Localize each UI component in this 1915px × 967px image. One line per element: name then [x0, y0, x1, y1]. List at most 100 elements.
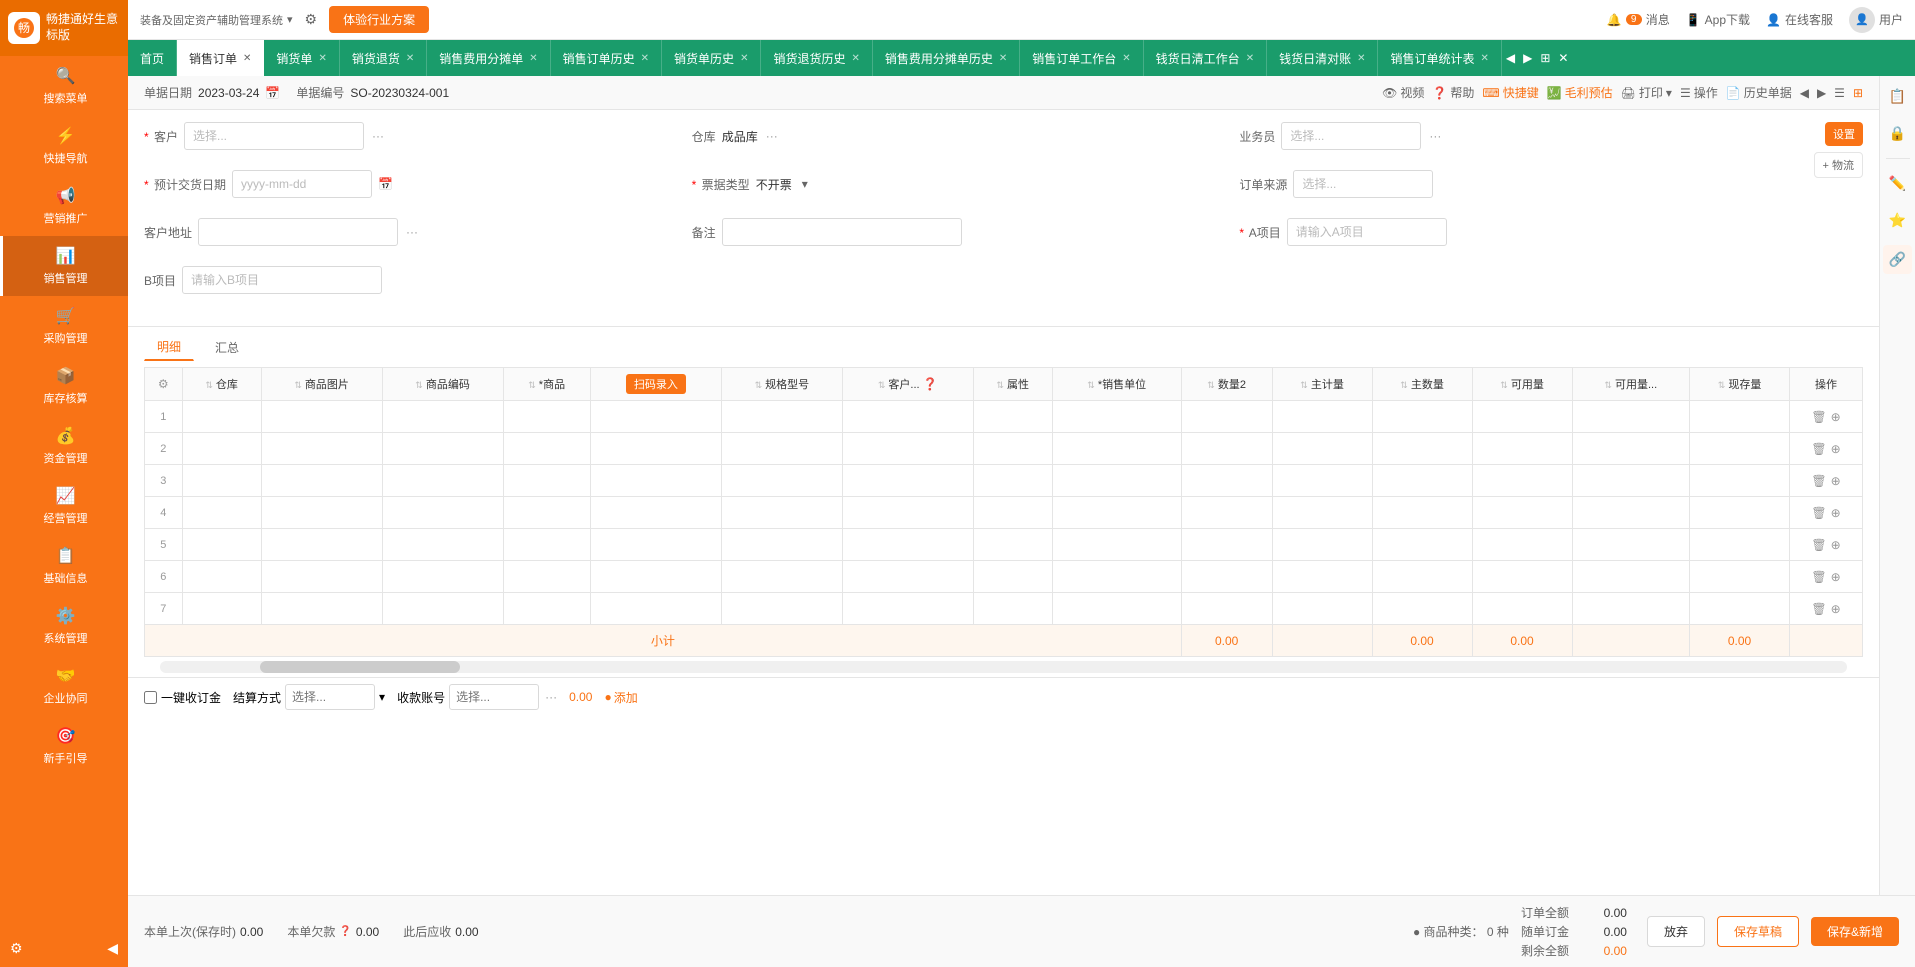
table-cell[interactable]	[973, 401, 1052, 433]
table-cell[interactable]	[382, 401, 503, 433]
table-cell[interactable]	[261, 465, 382, 497]
table-cell[interactable]	[1052, 529, 1181, 561]
delete-icon[interactable]: 🗑	[1811, 506, 1826, 520]
table-cell[interactable]	[1272, 561, 1372, 593]
copy-icon[interactable]: ⊕	[1831, 410, 1841, 424]
tab-sales-fee-close[interactable]: ✕	[529, 53, 537, 64]
online-service-item[interactable]: 👤 在线客服	[1766, 11, 1833, 28]
save-new-button[interactable]: 保存&新增	[1811, 917, 1899, 946]
user-item[interactable]: 👤 用户	[1849, 7, 1903, 33]
table-cell[interactable]	[842, 529, 973, 561]
table-cell[interactable]	[261, 593, 382, 625]
table-cell[interactable]	[1690, 561, 1790, 593]
tab-nav-next[interactable]: ▶	[1519, 51, 1536, 65]
col-settings[interactable]: ⚙	[145, 368, 183, 401]
quick-order-checkbox[interactable]: 一键收订金	[144, 689, 221, 706]
table-cell[interactable]	[1181, 465, 1272, 497]
table-cell[interactable]	[1572, 593, 1689, 625]
right-icon-link[interactable]: 🔗	[1883, 245, 1912, 274]
delete-icon[interactable]: 🗑	[1811, 410, 1826, 424]
tab-sales-slip-close[interactable]: ✕	[318, 53, 326, 64]
copy-icon[interactable]: ⊕	[1831, 602, 1841, 616]
print-action[interactable]: 🖨 打印 ▾	[1621, 84, 1672, 101]
table-cell[interactable]	[590, 561, 721, 593]
tab-detail[interactable]: 明细	[144, 333, 194, 361]
tab-sales-order[interactable]: 销售订单 ✕	[177, 40, 264, 76]
app-download-item[interactable]: 📱 App下载	[1686, 11, 1750, 28]
table-cell[interactable]	[973, 593, 1052, 625]
table-cell[interactable]	[721, 561, 842, 593]
sidebar-item-basic[interactable]: 📋 基础信息	[0, 536, 128, 596]
quick-order-check[interactable]	[144, 691, 157, 704]
table-cell[interactable]	[1472, 561, 1572, 593]
operate-action[interactable]: ☰ 操作	[1680, 84, 1718, 101]
table-cell[interactable]	[1572, 529, 1689, 561]
order-source-input[interactable]	[1293, 170, 1433, 198]
table-cell[interactable]	[182, 433, 261, 465]
sidebar-item-guide[interactable]: 🎯 新手引导	[0, 716, 128, 776]
tab-sales-order-history[interactable]: 销售订单历史 ✕	[551, 40, 662, 76]
tab-sales-fee[interactable]: 销售费用分摊单 ✕	[427, 40, 550, 76]
payment-method-input[interactable]	[285, 684, 375, 710]
table-cell[interactable]	[842, 593, 973, 625]
delete-icon[interactable]: 🗑	[1811, 538, 1826, 552]
table-cell[interactable]	[503, 561, 590, 593]
sidebar-item-search[interactable]: 🔍 搜索菜单	[0, 56, 128, 116]
b-project-input[interactable]	[182, 266, 382, 294]
table-cell[interactable]	[1372, 529, 1472, 561]
table-cell[interactable]	[590, 401, 721, 433]
table-cell[interactable]	[503, 593, 590, 625]
delivery-date-input[interactable]	[232, 170, 372, 198]
history-action[interactable]: 📄 历史单据	[1726, 84, 1792, 101]
tab-sales-return-history[interactable]: 销货退货历史 ✕	[761, 40, 872, 76]
table-cell[interactable]	[1372, 465, 1472, 497]
right-icon-list[interactable]: 📋	[1885, 84, 1910, 109]
notification-item[interactable]: 🔔 9 消息	[1607, 11, 1670, 28]
payment-method-dropdown[interactable]: ▾	[379, 690, 385, 704]
copy-icon[interactable]: ⊕	[1831, 442, 1841, 456]
customer-input[interactable]	[184, 122, 364, 150]
table-cell[interactable]	[503, 465, 590, 497]
topbar-settings-icon[interactable]: ⚙	[305, 11, 318, 28]
table-cell[interactable]	[1372, 497, 1472, 529]
table-cell[interactable]	[382, 561, 503, 593]
tab-sales-order-close[interactable]: ✕	[243, 53, 251, 64]
table-cell[interactable]	[1472, 593, 1572, 625]
table-cell[interactable]	[973, 529, 1052, 561]
table-cell[interactable]	[261, 561, 382, 593]
table-cell[interactable]	[1181, 433, 1272, 465]
table-cell[interactable]	[1572, 497, 1689, 529]
table-cell[interactable]	[590, 433, 721, 465]
view-action[interactable]: 👁 视频	[1382, 84, 1424, 101]
tab-sales-return[interactable]: 销货退货 ✕	[340, 40, 427, 76]
table-cell[interactable]	[1572, 433, 1689, 465]
customer-address-input[interactable]	[198, 218, 398, 246]
table-cell[interactable]	[590, 529, 721, 561]
tab-return-history-close[interactable]: ✕	[851, 53, 859, 64]
table-cell[interactable]	[503, 401, 590, 433]
table-cell[interactable]	[1372, 401, 1472, 433]
nav-next-icon[interactable]: ▶	[1817, 86, 1826, 100]
save-draft-button[interactable]: 保存草稿	[1717, 916, 1799, 947]
layout-list-icon[interactable]: ☰	[1834, 86, 1845, 100]
table-cell[interactable]	[1181, 497, 1272, 529]
sidebar-logo[interactable]: 畅 畅捷通好生意 标版	[0, 0, 128, 56]
tab-cash-daily[interactable]: 钱货日清工作台 ✕	[1144, 40, 1267, 76]
table-cell[interactable]	[1372, 561, 1472, 593]
tab-sales-slip[interactable]: 销货单 ✕	[264, 40, 339, 76]
table-cell[interactable]	[1181, 561, 1272, 593]
invoice-dropdown-icon[interactable]: ▾	[802, 177, 808, 191]
tab-cash-daily-close[interactable]: ✕	[1246, 53, 1254, 64]
account-input[interactable]	[449, 684, 539, 710]
table-cell[interactable]	[1052, 497, 1181, 529]
address-dots[interactable]: ···	[406, 225, 418, 239]
table-cell[interactable]	[973, 497, 1052, 529]
table-cell[interactable]	[1052, 561, 1181, 593]
sidebar-item-purchase[interactable]: 🛒 采购管理	[0, 296, 128, 356]
sidebar-item-system[interactable]: ⚙️ 系统管理	[0, 596, 128, 656]
account-dots[interactable]: ···	[545, 690, 557, 704]
table-cell[interactable]	[261, 433, 382, 465]
copy-icon[interactable]: ⊕	[1831, 570, 1841, 584]
table-cell[interactable]	[1572, 465, 1689, 497]
right-icon-edit[interactable]: ✏️	[1885, 171, 1910, 196]
